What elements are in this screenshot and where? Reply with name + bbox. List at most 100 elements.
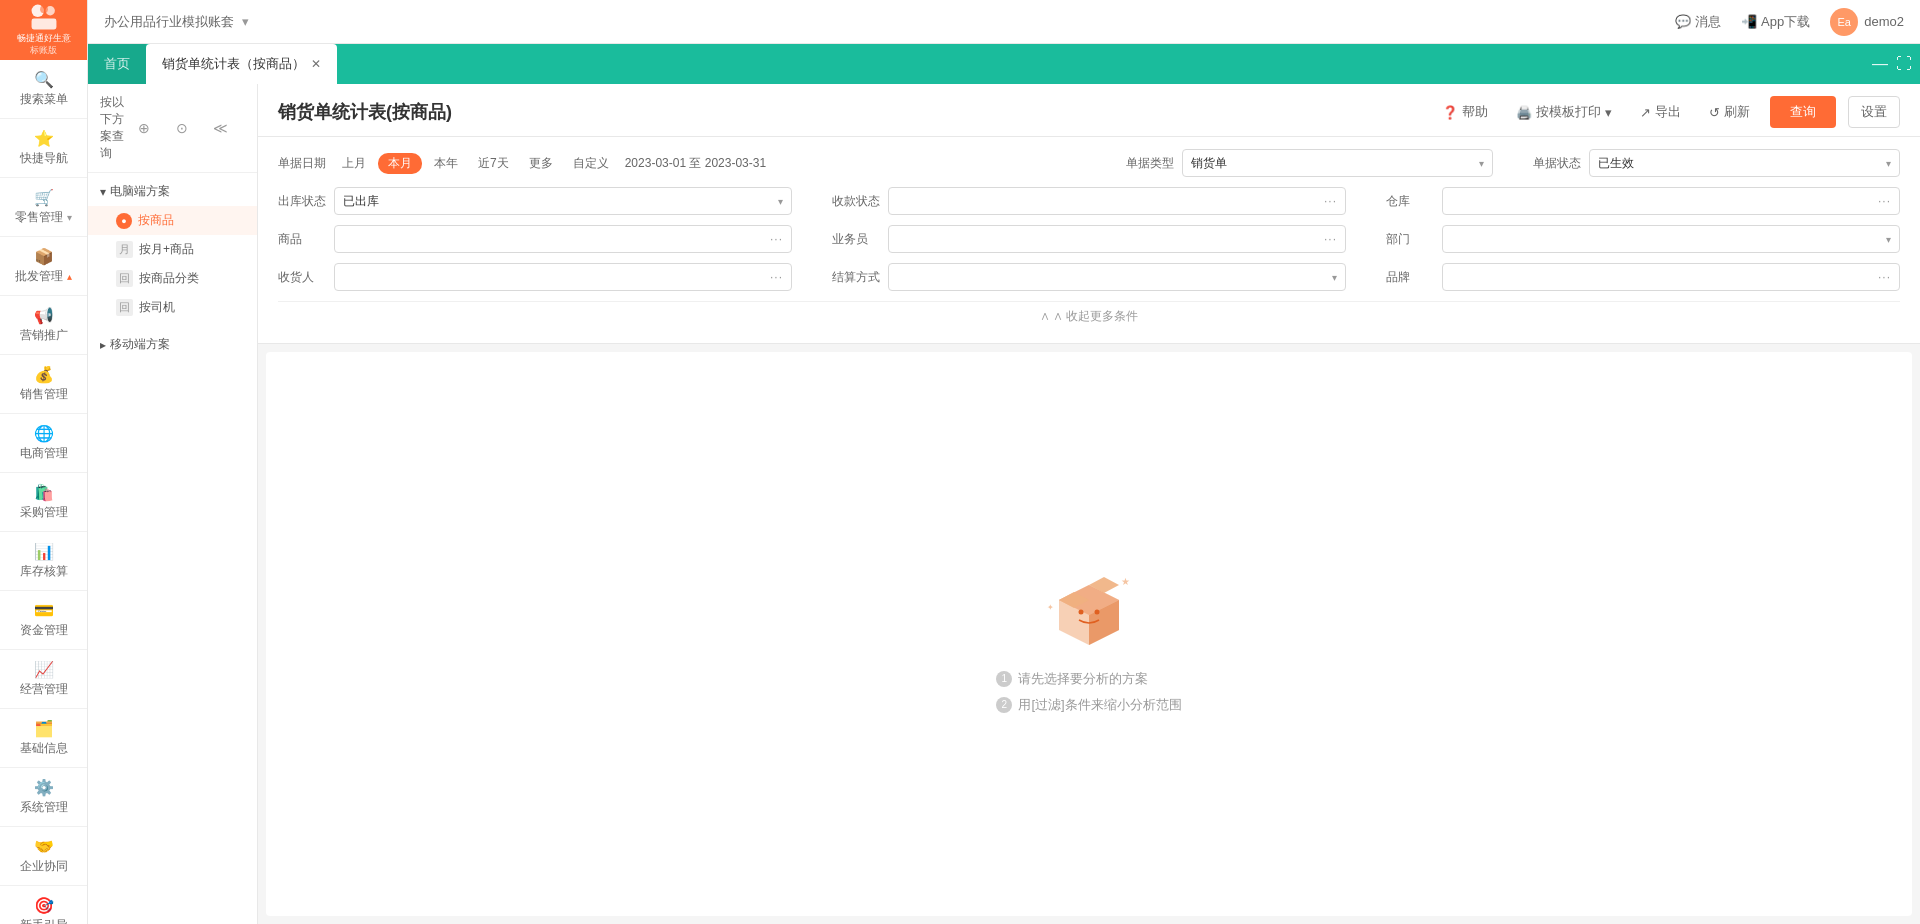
empty-state: ★ ✦ 1 请先选择要分析的方案 2 用[过滤]条件来缩小分析范围 <box>266 352 1912 916</box>
tree-item-label: 按商品分类 <box>139 270 199 287</box>
tab-bar-controls: — ⛶ <box>1872 55 1920 73</box>
payment-status-dots: ··· <box>1324 194 1337 208</box>
sidebar-item-sales[interactable]: 💰 销售管理 <box>0 355 87 414</box>
date-last-month[interactable]: 上月 <box>334 153 374 174</box>
settlement-select[interactable]: ▾ <box>888 263 1346 291</box>
filter-item-department: 部门 ▾ <box>1386 225 1900 253</box>
sidebar-item-wholesale[interactable]: 📦 批发管理 ▴ <box>0 237 87 296</box>
right-panel: 销货单统计表(按商品) ❓ 帮助 🖨️ 按模板打印 ▾ ↗ 导出 <box>258 84 1920 924</box>
sidebar-item-label: 快捷导航 <box>20 151 68 165</box>
doc-status-select[interactable]: 已生效 ▾ <box>1589 149 1900 177</box>
left-panel-header: 按以下方案查询 ⊕ ⊙ ≪ <box>88 84 257 173</box>
sidebar-item-basic[interactable]: 🗂️ 基础信息 <box>0 709 87 768</box>
stock-status-arrow: ▾ <box>778 196 783 207</box>
brand-select[interactable]: ··· <box>1442 263 1900 291</box>
logo-sub: 标账版 <box>30 44 57 57</box>
template-print-button[interactable]: 🖨️ 按模板打印 ▾ <box>1508 99 1620 125</box>
tab-home[interactable]: 首页 <box>88 44 146 84</box>
tab-report[interactable]: 销货单统计表（按商品） ✕ <box>146 44 337 84</box>
app-download-button[interactable]: 📲 App下载 <box>1741 13 1810 31</box>
tab-minimize-icon[interactable]: — <box>1872 55 1888 73</box>
empty-tips: 1 请先选择要分析的方案 2 用[过滤]条件来缩小分析范围 <box>996 666 1181 718</box>
date-quick-buttons: 上月 本月 本年 近7天 更多 自定义 <box>334 153 617 174</box>
tree-group-label: 电脑端方案 <box>110 183 170 200</box>
sidebar-item-label: 经营管理 <box>20 682 68 696</box>
tree-group-mobile-header[interactable]: ▸ 移动端方案 <box>88 330 257 359</box>
filter-row-4: 收货人 ··· 结算方式 ▾ <box>278 263 1900 291</box>
tree-item-by-category[interactable]: 回 按商品分类 <box>88 264 257 293</box>
sidebar-item-search-menu[interactable]: 🔍 搜索菜单 <box>0 60 87 119</box>
brand-dots: ··· <box>1878 270 1891 284</box>
tree-item-by-month-product[interactable]: 月 按月+商品 <box>88 235 257 264</box>
sidebar-item-system[interactable]: ⚙️ 系统管理 <box>0 768 87 827</box>
sidebar-item-quick-nav[interactable]: ⭐ 快捷导航 <box>0 119 87 178</box>
user-profile[interactable]: Ea demo2 <box>1830 8 1904 36</box>
svg-text:✦: ✦ <box>1047 603 1054 612</box>
product-select[interactable]: ··· <box>334 225 792 253</box>
tree-item-by-printer[interactable]: 回 按司机 <box>88 293 257 322</box>
main-area: 办公用品行业模拟账套 ▾ 💬 消息 📲 App下载 Ea demo2 首页 销货… <box>88 0 1920 924</box>
filter-item-stock-status: 出库状态 已出库 ▾ <box>278 187 792 215</box>
stock-status-select[interactable]: 已出库 ▾ <box>334 187 792 215</box>
date-last-7[interactable]: 近7天 <box>470 153 517 174</box>
settings-button[interactable]: 设置 <box>1848 96 1900 128</box>
page-title: 销货单统计表(按商品) <box>278 100 452 124</box>
tree-group-pc-header[interactable]: ▾ 电脑端方案 <box>88 177 257 206</box>
sidebar-item-marketing[interactable]: 📢 营销推广 <box>0 296 87 355</box>
date-custom[interactable]: 自定义 <box>565 153 617 174</box>
help-button[interactable]: ❓ 帮助 <box>1434 99 1496 125</box>
refresh-button[interactable]: ↺ 刷新 <box>1701 99 1758 125</box>
message-button[interactable]: 💬 消息 <box>1675 13 1721 31</box>
logo-text: 畅捷通好生意 <box>17 33 71 44</box>
sidebar-item-retail[interactable]: 🛒 零售管理 ▾ <box>0 178 87 237</box>
sidebar-item-ecommerce[interactable]: 🌐 电商管理 <box>0 414 87 473</box>
add-scheme-icon[interactable]: ⊕ <box>138 120 170 136</box>
settings-scheme-icon[interactable]: ⊙ <box>176 120 208 136</box>
settlement-label: 结算方式 <box>832 269 880 286</box>
department-select[interactable]: ▾ <box>1442 225 1900 253</box>
sidebar-item-label: 搜索菜单 <box>20 92 68 106</box>
tab-close-icon[interactable]: ✕ <box>311 57 321 71</box>
warehouse-select[interactable]: ··· <box>1442 187 1900 215</box>
print-icon: 🖨️ <box>1516 105 1532 120</box>
collapse-conditions-button[interactable]: ∧ ∧ 收起更多条件 <box>278 301 1900 331</box>
query-button[interactable]: 查询 <box>1770 96 1836 128</box>
sidebar-item-label: 企业协同 <box>20 859 68 873</box>
date-this-year[interactable]: 本年 <box>426 153 466 174</box>
empty-tip-2: 2 用[过滤]条件来缩小分析范围 <box>996 692 1181 718</box>
collapse-panel-icon[interactable]: ≪ <box>213 120 245 136</box>
doc-type-select[interactable]: 销货单 ▾ <box>1182 149 1493 177</box>
date-this-month[interactable]: 本月 <box>378 153 422 174</box>
doc-type-arrow: ▾ <box>1479 158 1484 169</box>
top-header: 办公用品行业模拟账套 ▾ 💬 消息 📲 App下载 Ea demo2 <box>88 0 1920 44</box>
payment-status-select[interactable]: ··· <box>888 187 1346 215</box>
date-more[interactable]: 更多 <box>521 153 561 174</box>
empty-tip-1: 1 请先选择要分析的方案 <box>996 666 1181 692</box>
filter-item-settlement: 结算方式 ▾ <box>832 263 1346 291</box>
salesperson-select[interactable]: ··· <box>888 225 1346 253</box>
svg-text:★: ★ <box>1121 576 1130 587</box>
nav-dropdown-icon[interactable]: ▾ <box>242 14 249 29</box>
filter-row-2: 出库状态 已出库 ▾ 收款状态 ··· <box>278 187 1900 215</box>
tab-report-label: 销货单统计表（按商品） <box>162 55 305 73</box>
sidebar-item-label: 零售管理 <box>15 210 63 224</box>
printer-icon: 回 <box>116 299 133 316</box>
refresh-icon: ↺ <box>1709 105 1720 120</box>
tab-maximize-icon[interactable]: ⛶ <box>1896 55 1912 73</box>
sidebar-item-finance[interactable]: 💳 资金管理 <box>0 591 87 650</box>
filter-item-warehouse: 仓库 ··· <box>1386 187 1900 215</box>
sidebar-item-purchase[interactable]: 🛍️ 采购管理 <box>0 473 87 532</box>
stock-status-label: 出库状态 <box>278 193 326 210</box>
tree-item-by-product[interactable]: ● 按商品 <box>88 206 257 235</box>
month-icon: 月 <box>116 241 133 258</box>
sidebar-item-label: 库存核算 <box>20 564 68 578</box>
sidebar-item-new-guide[interactable]: 🎯 新手引导 <box>0 886 87 924</box>
tip-num-1: 1 <box>996 671 1012 687</box>
sidebar-item-enterprise-coop[interactable]: 🤝 企业协同 <box>0 827 87 886</box>
sidebar-item-stock[interactable]: 📊 库存核算 <box>0 532 87 591</box>
category-icon: 回 <box>116 270 133 287</box>
sidebar-item-operation[interactable]: 📈 经营管理 <box>0 650 87 709</box>
export-button[interactable]: ↗ 导出 <box>1632 99 1689 125</box>
recipient-select[interactable]: ··· <box>334 263 792 291</box>
print-dropdown-icon: ▾ <box>1605 105 1612 120</box>
